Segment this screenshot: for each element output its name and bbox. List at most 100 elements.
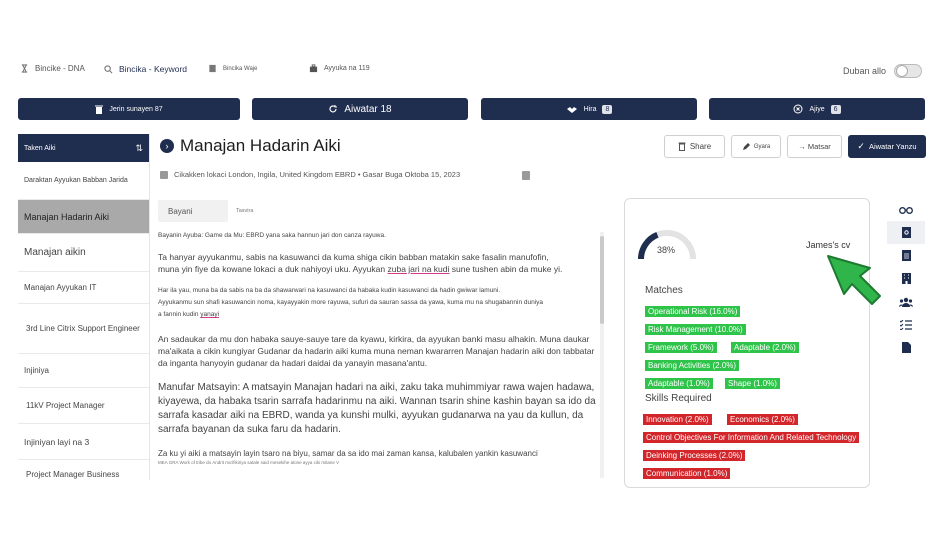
jobs-count-link[interactable]: Ayyuka na 119 <box>309 64 370 73</box>
toggle-knob <box>896 65 908 77</box>
match-score: 38% <box>657 245 676 255</box>
sidebar-item[interactable]: 11kV Project Manager <box>18 388 149 424</box>
tab-chat-label: Hira <box>583 105 597 113</box>
tab-chat-badge: 8 <box>602 104 613 114</box>
skill-tag: Innovation (2.0%) <box>643 414 712 425</box>
screen-view-toggle-group: Duban allo <box>843 64 922 78</box>
gauge-fill <box>638 232 659 260</box>
paragraph: An sadaukar da mu don habaka sauye-sauye… <box>158 334 595 368</box>
job-description: Bayani Tasvira Bayanin Ayuba: Game da Mu… <box>158 200 606 482</box>
sidebar-item[interactable]: 3rd Line Citrix Support Engineer <box>18 304 149 354</box>
job-meta: Cikakken lokaci London, Ingila, United K… <box>160 170 460 179</box>
sidebar-header: Taken Aiki ⇅ <box>18 134 149 162</box>
paragraph: Manufar Matsayin: A matsayin Manajan had… <box>158 382 596 435</box>
top-bar: Bincike - DNA Bincika - Keyword Bincika … <box>0 60 944 82</box>
calendar-icon <box>522 171 530 180</box>
edit-button[interactable]: Gyara <box>731 135 781 158</box>
sidebar-item[interactable]: Injiniya <box>18 354 149 388</box>
about-paragraph: Bayanin Ayuba: Game da Mu: EBRD yana sak… <box>158 232 386 239</box>
glasses-icon <box>899 206 913 214</box>
briefcase-icon <box>309 64 318 73</box>
rail-view-button[interactable] <box>887 198 925 221</box>
tab-list[interactable]: Jerin sunayen 87 <box>18 98 240 120</box>
page-title: Manajan Hadarin Aiki <box>180 136 341 155</box>
tab-chat[interactable]: Hira 8 <box>481 98 697 120</box>
match-tag: Adaptable (2.0%) <box>731 342 799 353</box>
sidebar-item[interactable]: Manajan Ayyukan IT <box>18 272 149 304</box>
right-tool-rail <box>887 198 925 359</box>
search-dna-link[interactable]: Bincike - DNA <box>20 64 85 73</box>
apply-now-label: Aiwatar Yanzu <box>868 142 917 151</box>
search-icon <box>104 64 113 73</box>
paragraph-text: Ta hanyar ayyukanmu, sabis na kasuwanci … <box>158 252 549 262</box>
match-tag: Operational Risk (16.0%) <box>645 306 741 317</box>
people-icon <box>899 297 913 307</box>
document-text-icon <box>901 250 911 261</box>
tab-saved-label: Ajiye <box>809 105 825 113</box>
match-tag: Framework (5.0%) <box>645 342 717 353</box>
sidebar-item-active[interactable]: Manajan Hadarin Aiki <box>18 200 149 234</box>
job-title-header: › Manajan Hadarin Aiki <box>160 136 341 156</box>
job-meta-text: Cikakken lokaci London, Ingila, United K… <box>174 170 461 179</box>
tab-description[interactable]: Bayani <box>158 200 228 222</box>
paragraph-text: Ayyukanmu sun shafi kasuwancin noma, kay… <box>158 299 544 306</box>
paragraph-text: sune tushen abin da muke yi. <box>449 264 563 274</box>
rail-doc-search-button[interactable] <box>887 221 925 244</box>
tab-saved-badge: 6 <box>830 104 841 114</box>
match-score-gauge <box>638 230 696 260</box>
underlined-phrase: yanayi <box>200 311 220 318</box>
paragraph-text: a fannin kudin <box>158 311 201 318</box>
skill-tag: Economics (2.0%) <box>727 414 798 425</box>
match-tag: Risk Management (10.0%) <box>645 324 746 335</box>
document-search-icon <box>901 227 911 238</box>
sidebar-item[interactable]: Daraktan Ayyukan Babban Jarida <box>18 162 149 200</box>
rail-checklist-button[interactable] <box>887 313 925 336</box>
sidebar-item[interactable]: Injiniyan layi na 3 <box>18 424 149 460</box>
chevron-right-icon[interactable]: › <box>160 139 174 153</box>
matches-title: Matches <box>645 285 683 296</box>
move-label: → Matsar <box>798 142 831 151</box>
doc-scrollbar[interactable] <box>600 232 604 478</box>
sort-icon[interactable]: ⇅ <box>135 143 143 154</box>
doc-scrollbar-thumb[interactable] <box>600 236 604 324</box>
jobs-count-label: Ayyuka na 119 <box>324 65 370 72</box>
tab-saved[interactable]: Ajiye 6 <box>709 98 925 120</box>
building-icon <box>901 273 911 284</box>
search-external-label: Bincika Waje <box>223 65 258 72</box>
search-keyword-link[interactable]: Bincika - Keyword <box>104 64 187 74</box>
share-button[interactable]: Share <box>664 135 725 158</box>
screen-view-toggle[interactable] <box>894 64 922 78</box>
handshake-icon <box>566 106 577 113</box>
rail-people-button[interactable] <box>887 290 925 313</box>
tab-process-label: Aiwatar 18 <box>344 103 392 115</box>
job-title-sidebar: Taken Aiki ⇅ Daraktan Ayyukan Babban Jar… <box>18 134 150 480</box>
rail-file-button[interactable] <box>887 336 925 359</box>
close-circle-icon <box>793 104 803 114</box>
skill-tag: Deinking Processes (2.0%) <box>643 450 746 461</box>
search-external-link[interactable]: Bincika Waje <box>208 64 257 73</box>
sidebar-header-label: Taken Aiki <box>24 144 56 152</box>
briefcase-icon <box>160 170 168 179</box>
move-button[interactable]: → Matsar <box>787 135 842 158</box>
cv-match-card: 38% James's cv Matches Operational Risk … <box>624 198 870 488</box>
apply-now-button[interactable]: ✓ Aiwatar Yanzu <box>848 135 926 158</box>
rail-company-button[interactable] <box>887 267 925 290</box>
document-icon <box>209 64 216 73</box>
tab-process[interactable]: Aiwatar 18 <box>252 98 468 120</box>
match-tag: Adaptable (1.0%) <box>645 378 713 389</box>
paragraph: Har ila yau, muna ba da sabis na ba da s… <box>158 285 606 321</box>
tab-bar: Jerin sunayen 87 Aiwatar 18 Hira 8 Ajiye… <box>0 98 944 120</box>
sidebar-item[interactable]: Project Manager Business <box>18 460 149 480</box>
match-tag: Banking Activities (2.0%) <box>645 360 740 371</box>
trash-icon <box>678 142 686 151</box>
rail-doc-button[interactable] <box>887 244 925 267</box>
skill-tag: Control Objectives For Information And R… <box>643 432 860 443</box>
share-label: Share <box>689 142 712 151</box>
refresh-icon <box>329 105 338 113</box>
tab-summary[interactable]: Tasvira <box>236 208 253 214</box>
sidebar-item[interactable]: Manajan aikin <box>18 234 149 272</box>
pointer-arrow-icon <box>827 255 881 305</box>
cv-name[interactable]: James's cv <box>806 240 850 250</box>
search-dna-label: Bincike - DNA <box>35 64 85 73</box>
edit-label: Gyara <box>753 143 771 150</box>
